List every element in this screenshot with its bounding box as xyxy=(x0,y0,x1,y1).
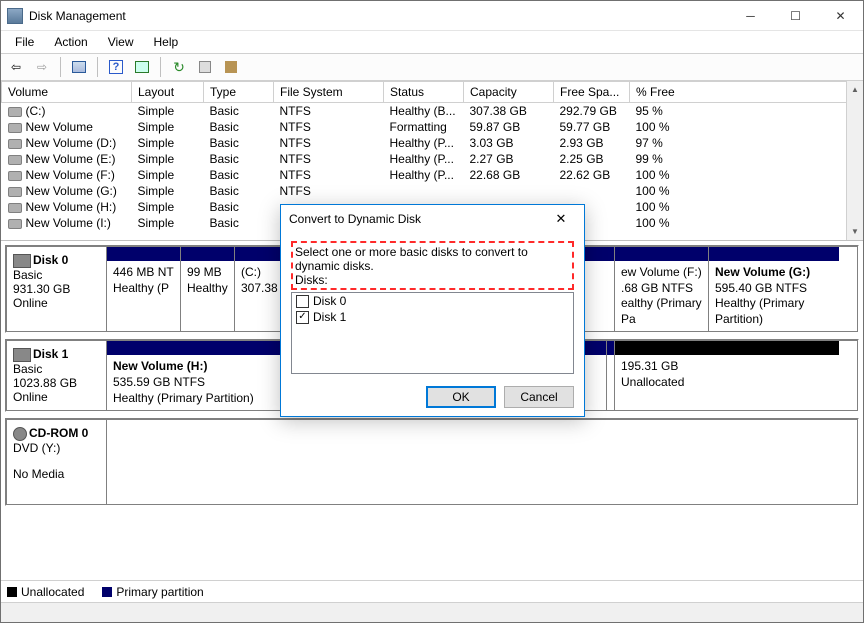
statusbar xyxy=(1,602,863,622)
dialog-instruction-highlight: Select one or more basic disks to conver… xyxy=(291,241,574,290)
disk-info: Disk 1 Basic 1023.88 GB Online xyxy=(7,341,107,410)
minimize-button[interactable]: ─ xyxy=(728,1,773,30)
disk-check-item[interactable]: Disk 0 xyxy=(292,293,573,309)
dialog-instruction: Select one or more basic disks to conver… xyxy=(295,245,570,273)
cdrom-icon xyxy=(13,427,27,441)
settings-icon[interactable] xyxy=(220,56,242,78)
volume-icon xyxy=(8,107,22,117)
col-layout[interactable]: Layout xyxy=(132,82,204,103)
disk-info: Disk 0 Basic 931.30 GB Online xyxy=(7,247,107,331)
menu-view[interactable]: View xyxy=(100,33,142,51)
disk-label: Disk 0 xyxy=(33,253,68,267)
partition[interactable] xyxy=(607,341,615,410)
col-pct[interactable]: % Free xyxy=(630,82,863,103)
disk-label: CD-ROM 0 xyxy=(29,426,88,440)
disk-check-item[interactable]: ✓ Disk 1 xyxy=(292,309,573,325)
volume-icon xyxy=(8,139,22,149)
disk-check-label: Disk 0 xyxy=(313,294,346,308)
disk-icon xyxy=(13,348,31,362)
cancel-button[interactable]: Cancel xyxy=(504,386,574,408)
col-free[interactable]: Free Spa... xyxy=(554,82,630,103)
dialog-close-button[interactable]: ✕ xyxy=(546,207,576,231)
dialog-title: Convert to Dynamic Disk xyxy=(289,212,546,226)
volume-row[interactable]: New Volume (D:)SimpleBasicNTFSHealthy (P… xyxy=(2,135,863,151)
app-icon xyxy=(7,8,23,24)
volume-row[interactable]: New Volume (F:)SimpleBasicNTFSHealthy (P… xyxy=(2,167,863,183)
volume-icon xyxy=(8,155,22,165)
scrollbar[interactable]: ▲ ▼ xyxy=(846,81,863,240)
dialog-list-label: Disks: xyxy=(295,273,570,287)
partition[interactable]: 446 MB NTHealthy (P xyxy=(107,247,181,331)
legend: Unallocated Primary partition xyxy=(1,580,863,602)
legend-unalloc-swatch xyxy=(7,587,17,597)
volume-row[interactable]: New Volume (G:)SimpleBasicNTFS100 % xyxy=(2,183,863,199)
checkbox[interactable]: ✓ xyxy=(296,311,309,324)
volume-icon xyxy=(8,219,22,229)
col-capacity[interactable]: Capacity xyxy=(464,82,554,103)
checkbox[interactable] xyxy=(296,295,309,308)
col-volume[interactable]: Volume xyxy=(2,82,132,103)
menu-action[interactable]: Action xyxy=(46,33,95,51)
disk-label: Disk 1 xyxy=(33,347,68,361)
col-status[interactable]: Status xyxy=(384,82,464,103)
refresh-icon[interactable]: ↻ xyxy=(168,56,190,78)
volume-icon xyxy=(8,123,22,133)
toolbar: ⇦ ⇨ ? ↻ xyxy=(1,53,863,81)
tool-panel-icon[interactable] xyxy=(131,56,153,78)
menu-file[interactable]: File xyxy=(7,33,42,51)
partition[interactable]: (C:)307.38 xyxy=(235,247,285,331)
maximize-button[interactable]: ☐ xyxy=(773,1,818,30)
ok-button[interactable]: OK xyxy=(426,386,496,408)
disk-info: CD-ROM 0 DVD (Y:) No Media xyxy=(7,420,107,504)
partition[interactable]: 195.31 GBUnallocated xyxy=(615,341,839,410)
legend-primary-swatch xyxy=(102,587,112,597)
menu-help[interactable]: Help xyxy=(146,33,187,51)
partition[interactable]: ew Volume (F:).68 GB NTFSealthy (Primary… xyxy=(615,247,709,331)
disk-checklist[interactable]: Disk 0 ✓ Disk 1 xyxy=(291,292,574,374)
volume-icon xyxy=(8,171,22,181)
col-fs[interactable]: File System xyxy=(274,82,384,103)
disk-check-label: Disk 1 xyxy=(313,310,346,324)
col-type[interactable]: Type xyxy=(204,82,274,103)
tool-view-icon[interactable] xyxy=(68,56,90,78)
window-title: Disk Management xyxy=(29,9,728,23)
forward-button[interactable]: ⇨ xyxy=(31,56,53,78)
menubar: File Action View Help xyxy=(1,31,863,53)
disk-management-window: Disk Management ─ ☐ ✕ File Action View H… xyxy=(0,0,864,623)
convert-dialog: Convert to Dynamic Disk ✕ Select one or … xyxy=(280,204,585,417)
volume-row[interactable]: New VolumeSimpleBasicNTFSFormatting59.87… xyxy=(2,119,863,135)
disk-row[interactable]: CD-ROM 0 DVD (Y:) No Media xyxy=(5,418,859,506)
volume-icon xyxy=(8,187,22,197)
back-button[interactable]: ⇦ xyxy=(5,56,27,78)
volume-row[interactable]: (C:)SimpleBasicNTFSHealthy (B...307.38 G… xyxy=(2,103,863,120)
rescan-icon[interactable] xyxy=(194,56,216,78)
scroll-down-icon[interactable]: ▼ xyxy=(847,223,863,240)
help-icon[interactable]: ? xyxy=(105,56,127,78)
titlebar: Disk Management ─ ☐ ✕ xyxy=(1,1,863,31)
close-button[interactable]: ✕ xyxy=(818,1,863,30)
partition[interactable]: 99 MBHealthy xyxy=(181,247,235,331)
partition[interactable]: New Volume (G:)595.40 GB NTFSHealthy (Pr… xyxy=(709,247,839,331)
volume-row[interactable]: New Volume (E:)SimpleBasicNTFSHealthy (P… xyxy=(2,151,863,167)
volume-icon xyxy=(8,203,22,213)
scroll-up-icon[interactable]: ▲ xyxy=(847,81,863,98)
disk-icon xyxy=(13,254,31,268)
